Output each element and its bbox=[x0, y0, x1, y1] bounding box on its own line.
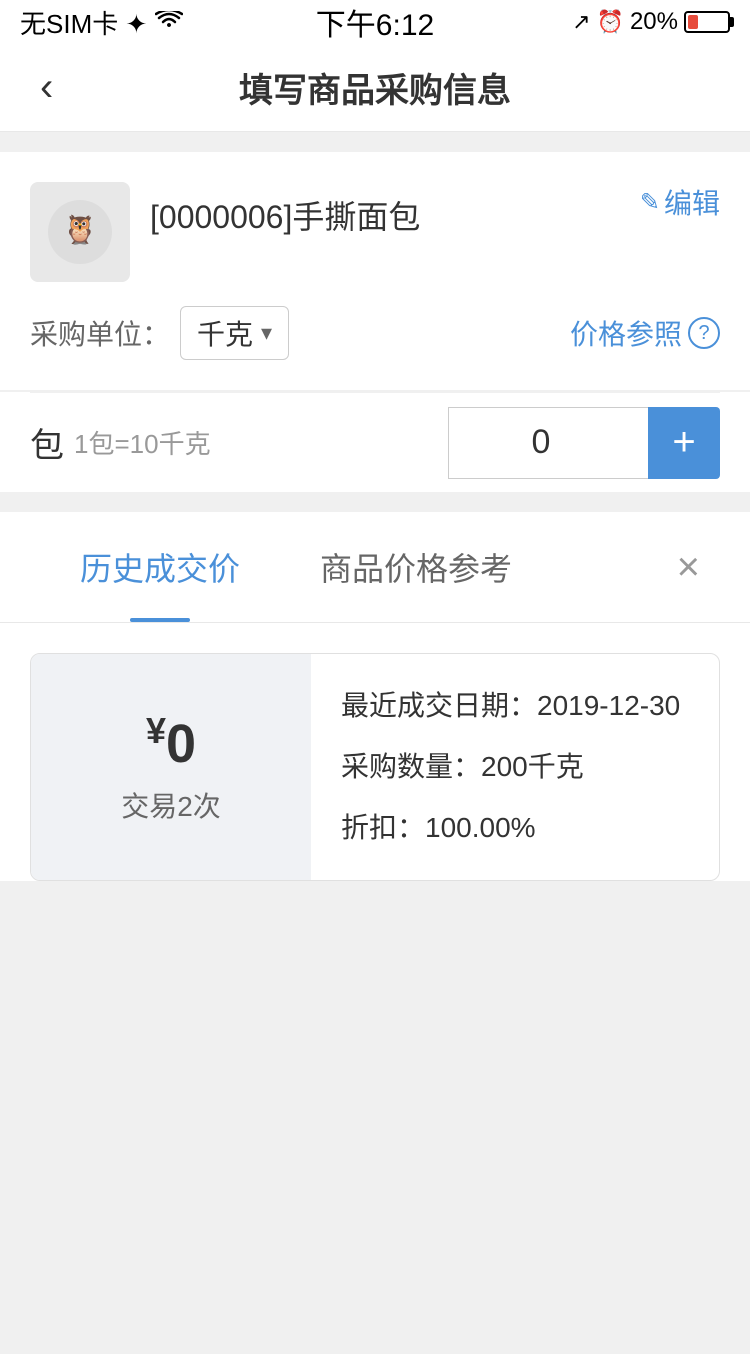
qty-unit-badge: 包 bbox=[30, 418, 64, 467]
qty-conversion: 1包=10千克 bbox=[74, 424, 211, 461]
tab-history-price[interactable]: 历史成交价 bbox=[40, 512, 280, 622]
discount-label: 折扣： bbox=[341, 812, 425, 843]
price-ref-button[interactable]: 价格参照 ? bbox=[570, 313, 720, 353]
status-time: 下午6:12 bbox=[316, 0, 434, 44]
product-logo: 🦉 bbox=[45, 197, 115, 267]
wifi-icon bbox=[155, 7, 183, 38]
status-carrier: 无SIM卡 ✦ bbox=[20, 4, 183, 41]
discount-value: 100.00% bbox=[425, 812, 536, 843]
product-image: 🦉 bbox=[30, 182, 130, 282]
purchase-qty-row: 采购数量：200千克 bbox=[341, 745, 689, 790]
recent-date-row: 最近成交日期：2019-12-30 bbox=[341, 684, 689, 729]
price-value: 0 bbox=[166, 714, 196, 774]
back-button[interactable]: ‹ bbox=[30, 55, 63, 120]
unit-value: 千克 bbox=[197, 313, 253, 353]
edit-button[interactable]: ✎ 编辑 bbox=[640, 182, 720, 222]
tabs-list: 历史成交价 商品价格参考 bbox=[40, 512, 667, 622]
product-name: [0000006]手撕面包 bbox=[150, 182, 420, 238]
quantity-input[interactable] bbox=[448, 407, 648, 479]
qty-plus-button[interactable]: + bbox=[648, 407, 720, 479]
tab-product-price-ref[interactable]: 商品价格参考 bbox=[280, 512, 552, 622]
unit-label: 采购单位： bbox=[30, 313, 170, 353]
quantity-section: 包 1包=10千克 + bbox=[0, 392, 750, 492]
discount-row: 折扣：100.00% bbox=[341, 806, 689, 851]
history-price-section: ¥0 交易2次 bbox=[31, 654, 311, 880]
unit-dropdown[interactable]: 千克 ▾ bbox=[180, 306, 289, 360]
tabs-header: 历史成交价 商品价格参考 × bbox=[0, 512, 750, 623]
product-info: 🦉 [0000006]手撕面包 bbox=[30, 182, 420, 282]
recent-date-value: 2019-12-30 bbox=[537, 690, 680, 721]
qty-input-group: + bbox=[448, 407, 720, 479]
price-ref-label: 价格参照 bbox=[570, 313, 682, 353]
quantity-label: 包 1包=10千克 bbox=[30, 418, 211, 467]
edit-icon: ✎ bbox=[640, 188, 660, 217]
product-header: 🦉 [0000006]手撕面包 ✎ 编辑 bbox=[30, 182, 720, 282]
quantity-row: 包 1包=10千克 + bbox=[30, 392, 720, 492]
status-right-group: ↗ ⏰ 20% bbox=[572, 8, 730, 36]
history-price: ¥0 bbox=[146, 710, 196, 775]
unit-section: 采购单位： 千克 ▾ bbox=[30, 306, 289, 360]
svg-text:🦉: 🦉 bbox=[63, 214, 98, 246]
history-card: ¥0 交易2次 最近成交日期：2019-12-30 采购数量：200千克 折扣：… bbox=[30, 653, 720, 881]
battery-fill bbox=[688, 15, 698, 29]
purchase-qty-label: 采购数量： bbox=[341, 751, 481, 782]
location-icon: ↗ bbox=[572, 9, 590, 35]
carrier-text: 无SIM卡 ✦ bbox=[20, 4, 147, 41]
battery-percent: 20% bbox=[630, 8, 678, 36]
status-bar: 无SIM卡 ✦ 下午6:12 ↗ ⏰ 20% bbox=[0, 0, 750, 44]
alarm-icon: ⏰ bbox=[597, 9, 624, 35]
product-unit-row: 采购单位： 千克 ▾ 价格参照 ? bbox=[30, 306, 720, 360]
purchase-qty-value: 200千克 bbox=[481, 751, 584, 782]
tabs-section: 历史成交价 商品价格参考 × ¥0 交易2次 最近成交日期：2019-12-30 bbox=[0, 512, 750, 881]
product-card: 🦉 [0000006]手撕面包 ✎ 编辑 采购单位： 千克 ▾ 价格参照 ? bbox=[0, 152, 750, 390]
battery-icon bbox=[684, 11, 730, 33]
history-details: 最近成交日期：2019-12-30 采购数量：200千克 折扣：100.00% bbox=[311, 654, 719, 880]
dropdown-arrow-icon: ▾ bbox=[261, 320, 272, 346]
page-title: 填写商品采购信息 bbox=[239, 63, 511, 112]
main-content: 🦉 [0000006]手撕面包 ✎ 编辑 采购单位： 千克 ▾ 价格参照 ? bbox=[0, 152, 750, 1354]
recent-date-label: 最近成交日期： bbox=[341, 690, 537, 721]
help-icon: ? bbox=[688, 317, 720, 349]
nav-bar: ‹ 填写商品采购信息 bbox=[0, 44, 750, 132]
tabs-close-button[interactable]: × bbox=[667, 535, 710, 600]
trade-count: 交易2次 bbox=[121, 785, 221, 825]
currency-symbol: ¥ bbox=[146, 710, 166, 751]
